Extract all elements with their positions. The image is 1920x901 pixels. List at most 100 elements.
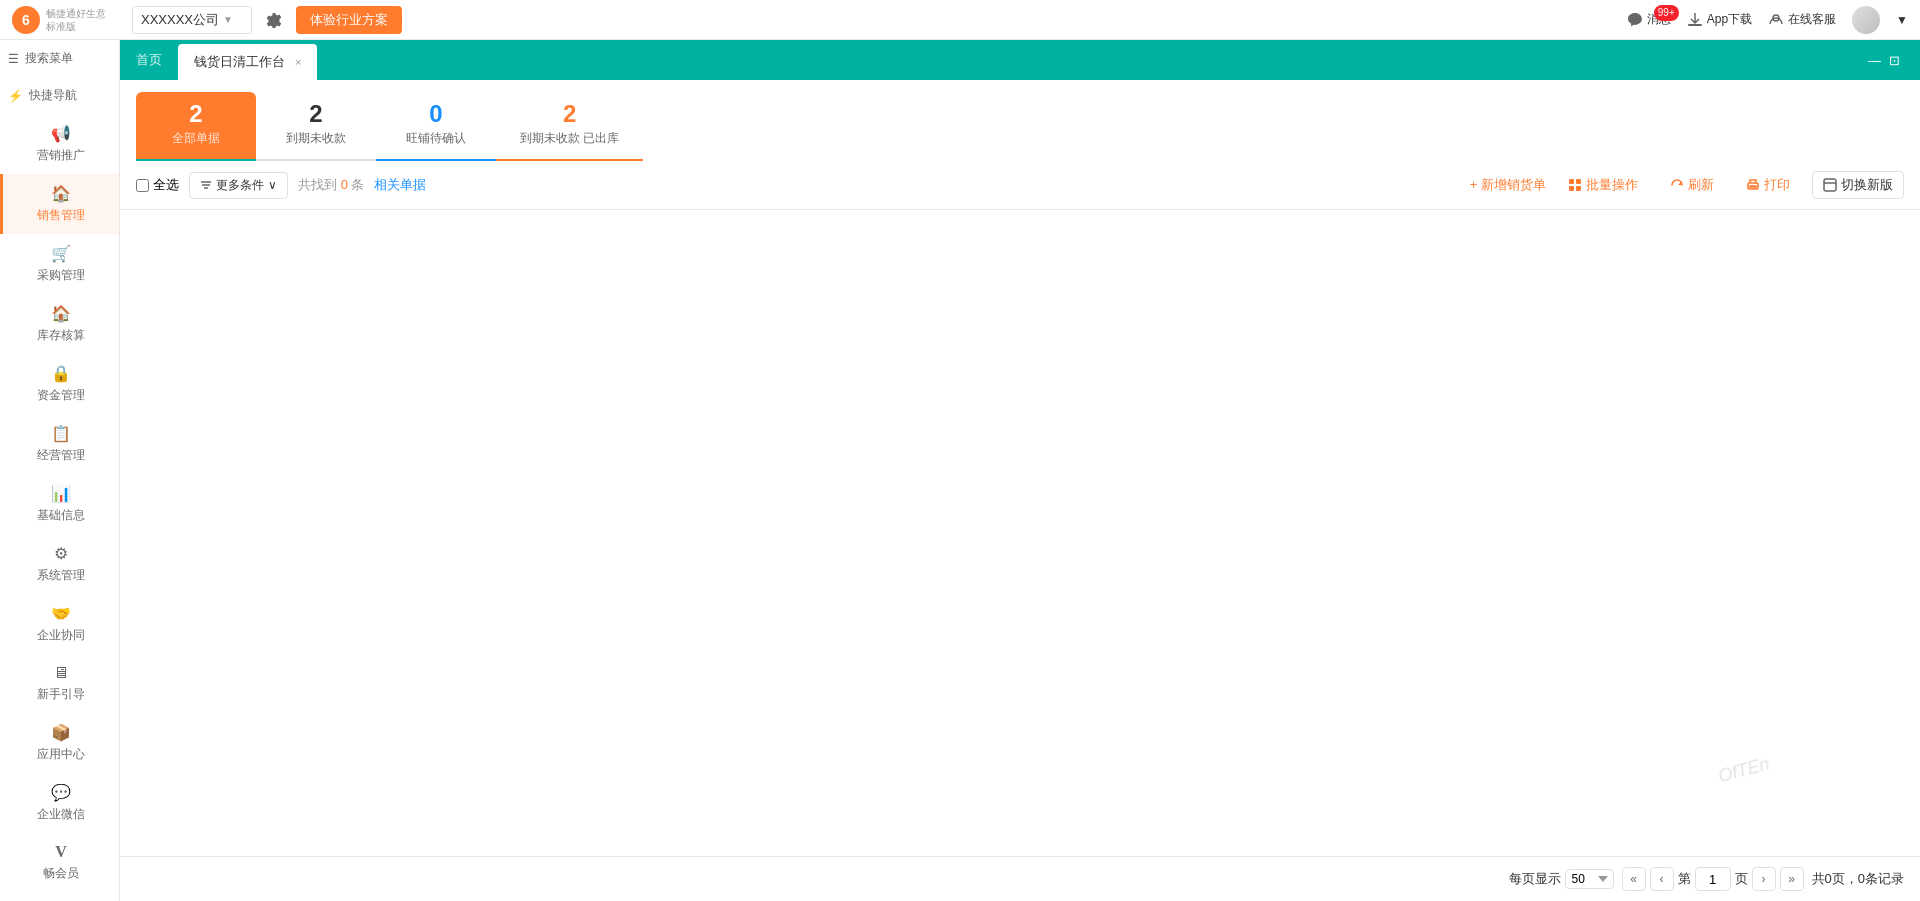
tab-bar: 首页 钱货日清工作台 × — ⊡	[120, 40, 1920, 80]
search-icon: ☰	[8, 52, 19, 66]
table-area	[120, 210, 1920, 856]
stats-row: 2 全部单据 2 到期未收款 0 旺铺待确认 2 到期未收款 已出库	[120, 80, 1920, 161]
sidebar-item-member[interactable]: V 畅会员	[0, 833, 119, 892]
page-content: 2 全部单据 2 到期未收款 0 旺铺待确认 2 到期未收款 已出库	[120, 80, 1920, 901]
print-btn-label: 打印	[1764, 176, 1790, 194]
tab-home[interactable]: 首页	[120, 40, 178, 80]
stat-pending-number: 0	[429, 100, 442, 128]
sidebar-sales-label: 销售管理	[37, 207, 85, 224]
total-info: 共0页，0条记录	[1812, 870, 1904, 888]
switch-icon	[1823, 178, 1837, 192]
quick-nav-icon: ⚡	[8, 89, 23, 103]
company-name: XXXXXX公司	[141, 11, 219, 29]
sidebar-item-inventory[interactable]: 🏠 库存核算	[0, 294, 119, 354]
logo-icon: 6	[12, 6, 40, 34]
stat-out-number: 2	[563, 100, 576, 128]
sales-icon: 🏠	[51, 184, 71, 203]
experience-btn[interactable]: 体验行业方案	[296, 6, 402, 34]
toolbar: 全选 更多条件 ∨ 共找到 0 条	[120, 161, 1920, 210]
more-filter-btn[interactable]: 更多条件 ∨	[189, 172, 288, 199]
svg-rect-0	[1688, 24, 1702, 26]
stat-all-number: 2	[189, 100, 202, 128]
stat-card-out[interactable]: 2 到期未收款 已出库	[496, 92, 643, 161]
per-page-select[interactable]: 50 20 100	[1565, 869, 1614, 889]
sidebar-item-quick-nav[interactable]: ⚡ 快捷导航	[0, 77, 119, 114]
sidebar-purchase-label: 采购管理	[37, 267, 85, 284]
next-page-btn[interactable]: ›	[1752, 867, 1776, 891]
batch-btn-label: 批量操作	[1586, 176, 1638, 194]
wechat-icon: 💬	[51, 783, 71, 802]
sidebar-item-basic-info[interactable]: 📊 基础信息	[0, 474, 119, 534]
company-dropdown-arrow: ▼	[223, 14, 233, 25]
sidebar-marketing-label: 营销推广	[37, 147, 85, 164]
sidebar-member-label: 畅会员	[43, 865, 79, 882]
page-number-input[interactable]	[1695, 867, 1731, 891]
inventory-icon: 🏠	[51, 304, 71, 323]
sidebar-item-wechat[interactable]: 💬 企业微信	[0, 773, 119, 833]
print-btn[interactable]: 打印	[1736, 172, 1800, 198]
marketing-icon: 📢	[51, 124, 71, 143]
filter-dropdown-arrow: ∨	[268, 178, 277, 192]
batch-icon	[1568, 178, 1582, 192]
expand-tab-btn[interactable]: ⊡	[1889, 53, 1900, 68]
switch-version-btn[interactable]: 切换新版	[1812, 171, 1904, 199]
sidebar-item-marketing[interactable]: 📢 营销推广	[0, 114, 119, 174]
sidebar-item-app-center[interactable]: 📦 应用中心	[0, 713, 119, 773]
sidebar-item-cooperation[interactable]: 🤝 企业协同	[0, 594, 119, 654]
system-icon: ⚙	[54, 544, 68, 563]
stat-card-overdue[interactable]: 2 到期未收款	[256, 92, 376, 161]
stat-overdue-number: 2	[309, 100, 322, 128]
stat-card-pending[interactable]: 0 旺铺待确认	[376, 92, 496, 161]
more-filter-label: 更多条件	[216, 177, 264, 194]
found-count: 0	[341, 177, 348, 192]
message-btn[interactable]: 消息 99+	[1627, 11, 1671, 28]
main-layout: ☰ 搜索菜单 ⚡ 快捷导航 📢 营销推广 🏠 销售管理 🛒 采购管理 🏠 库存核…	[0, 40, 1920, 901]
sidebar: ☰ 搜索菜单 ⚡ 快捷导航 📢 营销推广 🏠 销售管理 🛒 采购管理 🏠 库存核…	[0, 40, 120, 901]
sidebar-system-label: 系统管理	[37, 567, 85, 584]
tab-close-btn[interactable]: ×	[295, 56, 301, 68]
select-all-checkbox[interactable]: 全选	[136, 176, 179, 194]
first-page-btn[interactable]: «	[1622, 867, 1646, 891]
user-avatar[interactable]	[1852, 6, 1880, 34]
sidebar-item-sales[interactable]: 🏠 销售管理	[0, 174, 119, 234]
pagination: 每页显示 50 20 100 « ‹ 第 页 › » 共0页，0条记录	[120, 856, 1920, 901]
minimize-tab-btn[interactable]: —	[1868, 53, 1881, 68]
refresh-btn[interactable]: 刷新	[1660, 172, 1724, 198]
online-service-btn[interactable]: 在线客服	[1768, 11, 1836, 28]
tab-work-station[interactable]: 钱货日清工作台 ×	[178, 44, 317, 80]
sidebar-item-operation[interactable]: 📋 经营管理	[0, 414, 119, 474]
sidebar-item-finance[interactable]: 🔒 资金管理	[0, 354, 119, 414]
sidebar-item-purchase[interactable]: 🛒 采购管理	[0, 234, 119, 294]
print-icon	[1746, 178, 1760, 192]
sidebar-appcenter-label: 应用中心	[37, 746, 85, 763]
svg-rect-6	[1576, 179, 1581, 184]
sidebar-item-system[interactable]: ⚙ 系统管理	[0, 534, 119, 594]
related-docs-link[interactable]: 相关单据	[374, 176, 426, 194]
filter-icon	[200, 179, 212, 191]
headset-icon	[1768, 12, 1784, 28]
prev-page-btn[interactable]: ‹	[1650, 867, 1674, 891]
batch-op-btn[interactable]: 批量操作	[1558, 172, 1648, 198]
logo-area: 6 畅捷通好生意 标准版	[12, 6, 132, 34]
logo-text: 畅捷通好生意 标准版	[46, 7, 106, 33]
stat-card-all[interactable]: 2 全部单据	[136, 92, 256, 161]
tab-work-station-label: 钱货日清工作台	[194, 53, 285, 71]
sidebar-quicknav-label: 快捷导航	[29, 87, 77, 104]
add-sale-btn[interactable]: + 新增销货单	[1470, 176, 1546, 194]
sidebar-inventory-label: 库存核算	[37, 327, 85, 344]
sidebar-operation-label: 经营管理	[37, 447, 85, 464]
per-page-section: 每页显示 50 20 100	[1509, 869, 1614, 889]
sidebar-cooperation-label: 企业协同	[37, 627, 85, 644]
app-download-btn[interactable]: App下载	[1687, 11, 1752, 28]
tab-expand-btns: — ⊡	[1868, 53, 1912, 68]
settings-icon-btn[interactable]	[260, 6, 288, 34]
username-area[interactable]: ▼	[1896, 13, 1908, 27]
select-all-input[interactable]	[136, 179, 149, 192]
sidebar-item-guide[interactable]: 🖥 新手引导	[0, 654, 119, 713]
sidebar-item-search-menu[interactable]: ☰ 搜索菜单	[0, 40, 119, 77]
last-page-btn[interactable]: »	[1780, 867, 1804, 891]
finance-icon: 🔒	[51, 364, 71, 383]
avatar-img	[1852, 6, 1880, 34]
top-bar-right: 消息 99+ App下载 在线客服 ▼	[1627, 6, 1908, 34]
company-selector[interactable]: XXXXXX公司 ▼	[132, 6, 252, 34]
